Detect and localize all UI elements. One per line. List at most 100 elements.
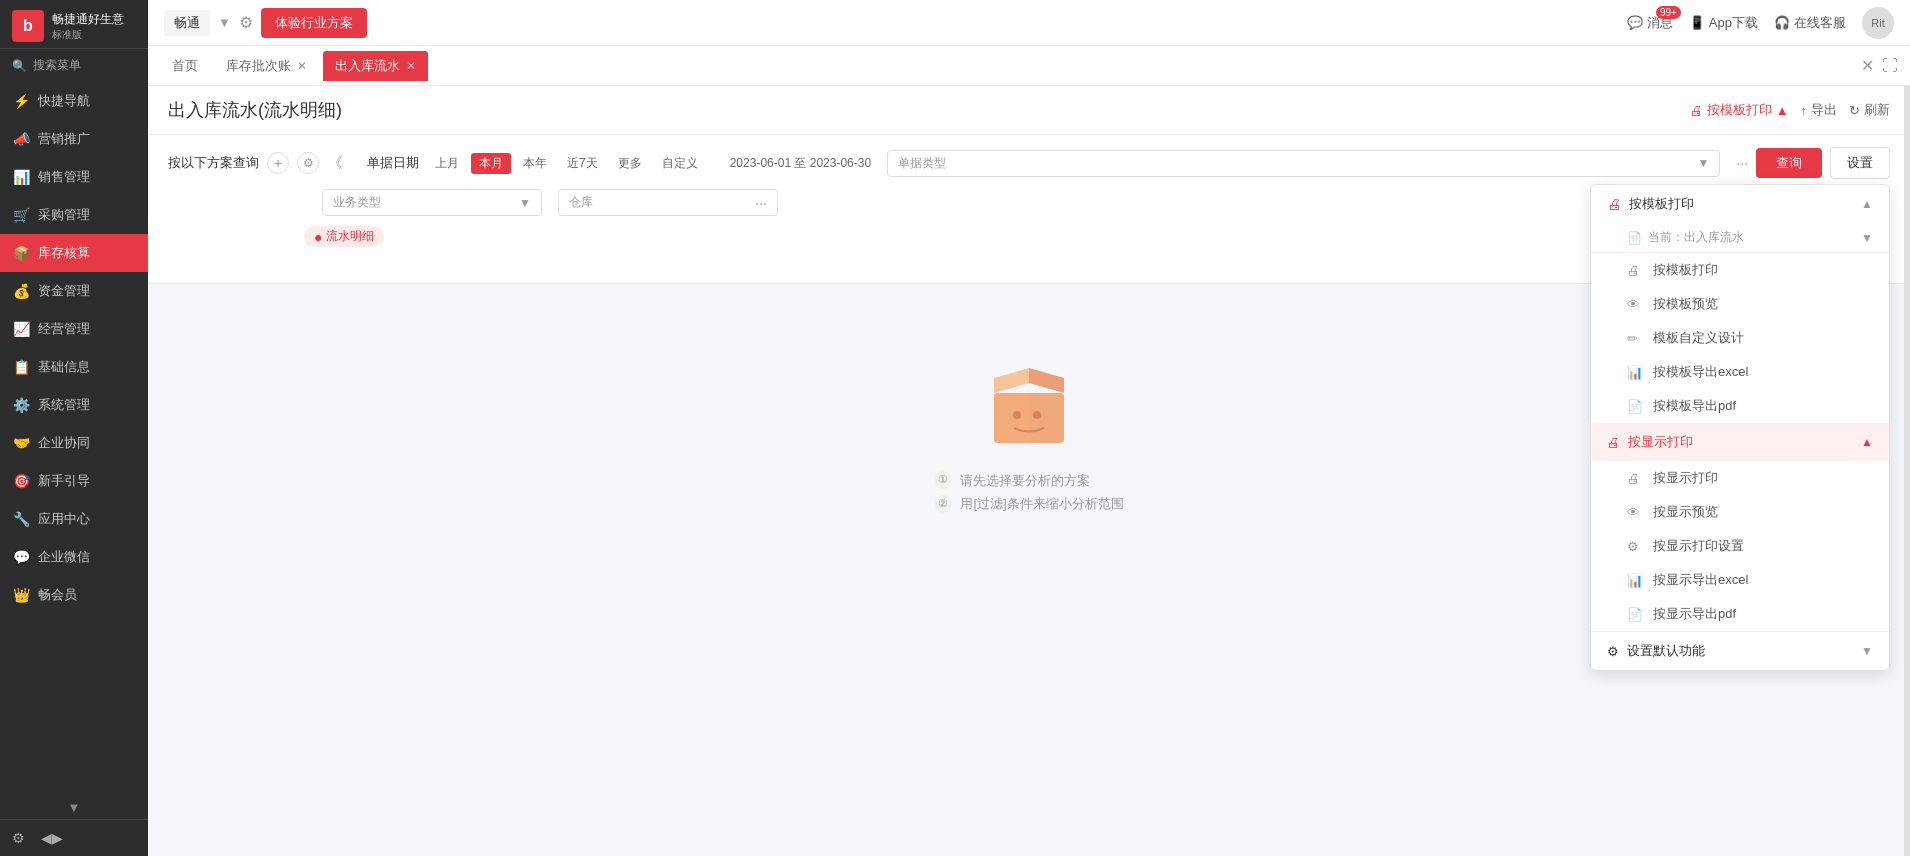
sidebar-item-member[interactable]: 👑 畅会员 [0,576,148,614]
collapse-sidebar-icon[interactable]: ◀▶ [41,830,63,846]
tab-expand-icon[interactable]: ⛶ [1882,57,1898,75]
current-arrow-icon: ▼ [1861,231,1873,245]
filter-row-1: 按以下方案查询 + ⚙ 《 单据日期 上月 本月 本年 近7天 更多 自定义 [168,147,1890,179]
filter-add-btn[interactable]: + [267,152,289,174]
dropdown-display-settings[interactable]: ⚙ 按显示打印设置 [1591,529,1889,563]
date-tag-custom[interactable]: 自定义 [654,153,706,174]
sidebar-scroll-down[interactable]: ▼ [0,796,148,819]
query-btn[interactable]: 查询 [1756,148,1822,178]
print-icon: 🖨 [1690,103,1703,118]
app-logo-icon: b [12,10,44,42]
display-section-title: 🖨 按显示打印 [1607,433,1693,451]
sidebar-item-cooperation[interactable]: 🤝 企业协同 [0,424,148,462]
sidebar-item-inventory[interactable]: 📦 库存核算 [0,234,148,272]
date-tag-last-month[interactable]: 上月 [427,153,467,174]
dropdown-header[interactable]: 🖨 按模板打印 ▲ [1591,185,1889,223]
tab-close-all-icon[interactable]: ✕ [1861,56,1874,75]
current-icon: 📄 [1627,231,1642,245]
industry-btn[interactable]: 体验行业方案 [261,8,367,38]
business-type-arrow-icon: ▼ [519,196,531,210]
template-section: 🖨 按模板打印 👁 按模板预览 ✏ 模板自定义设计 📊 按模板导出excel [1591,253,1889,423]
settings-bottom-icon[interactable]: ⚙ [12,830,25,846]
sidebar-item-system[interactable]: ⚙️ 系统管理 [0,386,148,424]
dropdown-template-custom[interactable]: ✏ 模板自定义设计 [1591,321,1889,355]
flow-detail-tag[interactable]: ● 流水明细 [304,226,384,247]
sidebar-item-marketing[interactable]: 📣 营销推广 [0,120,148,158]
print-dropdown-panel: 🖨 按模板打印 ▲ 📄 当前：出入库流水 ▼ 🖨 [1590,184,1890,671]
sidebar-item-sales[interactable]: 📊 销售管理 [0,158,148,196]
dropdown-display-export-pdf[interactable]: 📄 按显示导出pdf [1591,597,1889,631]
print-chevron-up-icon: ▲ [1776,103,1789,118]
resize-handle[interactable] [1904,86,1910,856]
header-app-btn[interactable]: 📱 App下载 [1689,14,1758,32]
default-settings-section[interactable]: ⚙ 设置默认功能 ▼ [1591,631,1889,670]
sidebar-item-basic[interactable]: 📋 基础信息 [0,348,148,386]
dropdown-template-preview[interactable]: 👁 按模板预览 [1591,287,1889,321]
filter-settings-btn[interactable]: ⚙ [297,152,319,174]
display-section-arrow-icon: ▲ [1861,435,1873,449]
doc-type-select[interactable]: 单据类型 ▼ [887,150,1720,177]
inventory-icon: 📦 [12,245,30,261]
svg-point-3 [1033,411,1041,419]
header-avatar[interactable]: Rit [1862,7,1894,39]
sales-icon: 📊 [12,169,30,185]
header-service-btn[interactable]: 🎧 在线客服 [1774,14,1846,32]
sidebar-item-guide[interactable]: 🎯 新手引导 [0,462,148,500]
basic-icon: 📋 [12,359,30,375]
date-tag-this-year[interactable]: 本年 [515,153,555,174]
tab-flow[interactable]: 出入库流水 ✕ [323,51,428,81]
warehouse-more-icon[interactable]: ··· [755,195,767,211]
date-tag-more[interactable]: 更多 [610,153,650,174]
marketing-icon: 📣 [12,131,30,147]
finance-icon: 💰 [12,283,30,299]
tab-batch-close[interactable]: ✕ [297,59,307,73]
sidebar-item-quick-nav[interactable]: ⚡ 快捷导航 [0,82,148,120]
sidebar-item-wechat[interactable]: 💬 企业微信 [0,538,148,576]
tab-home[interactable]: 首页 [160,51,210,81]
dropdown-template-export-excel[interactable]: 📊 按模板导出excel [1591,355,1889,389]
sidebar-bottom: ⚙ ◀▶ [0,819,148,856]
tab-batch[interactable]: 库存批次账 ✕ [214,51,319,81]
sidebar-item-purchase[interactable]: 🛒 采购管理 [0,196,148,234]
refresh-icon: ↻ [1849,103,1860,118]
filter-collapse-btn[interactable]: 《 [327,153,343,174]
dropdown-template-print[interactable]: 🖨 按模板打印 [1591,253,1889,287]
dropdown-display-export-excel[interactable]: 📊 按显示导出excel [1591,563,1889,597]
tab-flow-close[interactable]: ✕ [406,59,416,73]
sidebar-item-finance[interactable]: 💰 资金管理 [0,272,148,310]
filter-more-icon[interactable]: ··· [1736,155,1748,171]
sidebar-item-apps[interactable]: 🔧 应用中心 [0,500,148,538]
doc-type-arrow-icon: ▼ [1697,156,1709,170]
template-print-icon: 🖨 [1627,263,1643,278]
print-btn[interactable]: 🖨 按模板打印 ▲ [1690,101,1789,119]
display-pdf-icon: 📄 [1627,607,1643,622]
warehouse-select[interactable]: 仓库 ··· [558,189,778,216]
display-section-header[interactable]: 🖨 按显示打印 ▲ [1591,423,1889,461]
header-gear-icon[interactable]: ⚙ [239,13,253,32]
date-tag-7days[interactable]: 近7天 [559,153,606,174]
date-tag-this-month[interactable]: 本月 [471,153,511,174]
sidebar: b 畅捷通好生意 标准版 🔍 搜索菜单 ⚡ 快捷导航 📣 营销推广 📊 销售管理 [0,0,148,856]
sidebar-search[interactable]: 🔍 搜索菜单 [0,49,148,82]
page-header: 出入库流水(流水明细) 🖨 按模板打印 ▲ ↑ 导出 ↻ 刷新 [148,86,1910,135]
doc-type-filter: 单据类型 ▼ [887,150,1720,177]
wechat-icon: 💬 [12,549,30,565]
header-dropdown-icon[interactable]: ▼ [218,15,231,30]
header-msg-btn[interactable]: 💬 消息 99+ [1627,14,1673,32]
search-icon: 🔍 [12,59,27,73]
dropdown-template-export-pdf[interactable]: 📄 按模板导出pdf [1591,389,1889,423]
system-icon: ⚙️ [12,397,30,413]
operations-icon: 📈 [12,321,30,337]
display-print-item-icon: 🖨 [1627,471,1643,486]
sidebar-item-operations[interactable]: 📈 经营管理 [0,310,148,348]
refresh-btn[interactable]: ↻ 刷新 [1849,101,1890,119]
svg-point-2 [1013,411,1021,419]
empty-state: ① 请先选择要分析的方案 ② 用[过滤]条件来缩小分析范围 [934,353,1123,516]
business-type-select[interactable]: 业务类型 ▼ [322,189,542,216]
export-btn[interactable]: ↑ 导出 [1801,101,1838,119]
msg-badge: 99+ [1656,6,1681,19]
dropdown-display-preview[interactable]: 👁 按显示预览 [1591,495,1889,529]
settings-btn[interactable]: 设置 [1830,147,1890,179]
display-preview-icon: 👁 [1627,505,1643,520]
dropdown-display-print[interactable]: 🖨 按显示打印 [1591,461,1889,495]
